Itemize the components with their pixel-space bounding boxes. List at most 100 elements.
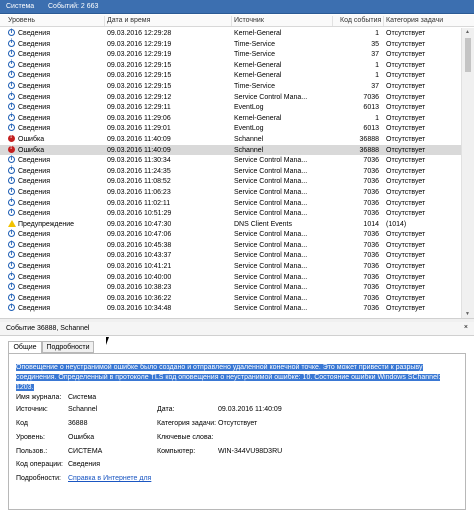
event-row[interactable]: Сведения 09.03.2016 11:29:01 EventLog 6013 О… (0, 123, 461, 134)
event-row[interactable]: Сведения 09.03.2016 12:29:28 Kernel-Genera… (0, 28, 461, 39)
event-row[interactable]: Сведения 09.03.2016 10:51:29 Service Contr… (0, 208, 461, 219)
event-message-text: Оповещение о неустранимой ошибке было со… (16, 364, 441, 391)
info-icon (8, 261, 15, 270)
event-row[interactable]: Сведения 09.03.2016 11:24:35 Service Contr… (0, 165, 461, 177)
event-code-value: 36888 (68, 420, 88, 427)
event-category: Отсутствует (386, 82, 426, 90)
event-row[interactable]: Сведения 09.03.2016 10:34:48 Service Contr… (0, 303, 461, 314)
event-code: 7036 (363, 263, 379, 271)
event-datetime: 09.03.2016 11:29:01 (107, 125, 171, 133)
event-category: Отсутствует (386, 252, 426, 260)
event-code: 7036 (363, 252, 379, 260)
event-datetime: 09.03.2016 10:38:23 (107, 284, 172, 292)
column-header-datetime[interactable]: Дата и время (107, 17, 150, 24)
event-source: Service Control Mana... (234, 231, 308, 239)
event-row[interactable]: Сведения 09.03.2016 11:06:23 Service Contr… (0, 187, 461, 198)
mouse-cursor-icon (106, 337, 112, 345)
event-datetime: 09.03.2016 11:29:06 (107, 114, 171, 122)
opcode-label: Код операции: (16, 461, 63, 468)
column-header-level[interactable]: Уровень (8, 17, 35, 24)
column-header-category[interactable]: Категория задачи (386, 17, 443, 24)
event-code: 7036 (363, 241, 379, 249)
event-code: 1 (375, 114, 379, 122)
event-category: Отсутствует (386, 40, 426, 48)
event-row[interactable]: Сведения 09.03.2016 11:29:06 Kernel-Genera… (0, 112, 461, 124)
event-level: Сведения (18, 93, 50, 101)
scroll-up-arrow-icon[interactable]: ▲ (465, 29, 470, 35)
scrollbar-thumb[interactable] (465, 38, 471, 72)
log-title: Система (6, 3, 35, 10)
column-divider[interactable] (383, 16, 384, 26)
event-source: Kernel-General (234, 114, 282, 122)
scroll-down-arrow-icon[interactable]: ▼ (465, 311, 470, 317)
events-scrollbar[interactable]: ▲ ▼ (461, 28, 474, 318)
info-icon (8, 112, 15, 121)
info-icon (8, 282, 15, 291)
event-row[interactable]: Сведения 09.03.2016 12:29:15 Time-Service 3… (0, 81, 461, 92)
event-row[interactable]: Сведения 09.03.2016 10:43:37 Service Contr… (0, 250, 461, 261)
event-row[interactable]: Предупреждение 09.03.2016 10:47:30 DNS Cli… (0, 219, 461, 230)
event-row[interactable]: Сведения 09.03.2016 11:30:34 Service Contr… (0, 155, 461, 166)
event-row[interactable]: Сведения 09.03.2016 10:47:06 Service Contr… (0, 229, 461, 240)
computer-label: Компьютер: (157, 448, 196, 455)
event-row[interactable]: Сведения 09.03.2016 10:38:23 Service Contr… (0, 282, 461, 293)
event-row[interactable]: Сведения 09.03.2016 10:45:38 Service Contr… (0, 240, 461, 251)
event-datetime: 09.03.2016 10:41:21 (107, 263, 172, 271)
event-row[interactable]: Сведения 09.03.2016 10:40:00 Service Contr… (0, 271, 461, 283)
event-row[interactable]: Сведения 09.03.2016 12:29:19 Time-Service 3… (0, 38, 461, 50)
error-icon (8, 133, 15, 142)
event-level: Сведения (18, 114, 50, 122)
event-category: (1014) (386, 220, 407, 228)
event-source: Kernel-General (234, 72, 282, 80)
event-message[interactable]: Оповещение о неустранимой ошибке было со… (16, 363, 446, 393)
event-row[interactable]: Сведения 09.03.2016 10:36:22 Service Contr… (0, 293, 461, 304)
event-row[interactable]: Сведения 09.03.2016 11:02:11 Service Contr… (0, 197, 461, 209)
event-row[interactable]: Сведения 09.03.2016 12:29:12 Service Contr… (0, 91, 461, 103)
event-source: EventLog (234, 104, 264, 112)
event-code: 6013 (363, 104, 379, 112)
info-icon (8, 229, 15, 238)
online-help-link[interactable]: Справка в Интернете для (68, 475, 151, 482)
log-name-value: Система (68, 394, 97, 401)
event-row[interactable]: Сведения 09.03.2016 12:29:15 Kernel-Genera… (0, 59, 461, 71)
event-category: Отсутствует (386, 284, 426, 292)
event-datetime: 09.03.2016 10:45:38 (107, 241, 172, 249)
event-code: 7036 (363, 199, 379, 207)
tab-details[interactable]: Подробности (42, 341, 94, 353)
info-icon (8, 28, 15, 37)
event-row[interactable]: Ошибка 09.03.2016 11:40:09 Schannel 36888 От… (0, 144, 461, 156)
info-icon (8, 240, 15, 249)
column-header-source[interactable]: Источник (234, 17, 264, 24)
event-code: 7036 (363, 273, 379, 281)
event-code: 7036 (363, 178, 379, 186)
event-row[interactable]: Сведения 09.03.2016 10:41:21 Service Contr… (0, 261, 461, 272)
event-category: Отсутствует (386, 157, 426, 165)
event-source: Service Control Mana... (234, 188, 308, 196)
event-row[interactable]: Ошибка 09.03.2016 11:40:09 Schannel 36888 От… (0, 133, 461, 145)
column-divider[interactable] (231, 16, 232, 26)
event-code: 7036 (363, 167, 379, 175)
tab-general-label: Общие (13, 344, 37, 351)
column-divider[interactable] (332, 16, 333, 26)
event-level: Сведения (18, 252, 50, 260)
event-detail-header: Событие 36888, Schannel × (0, 322, 474, 336)
warning-icon (8, 219, 16, 227)
event-code: 7036 (363, 188, 379, 196)
event-level: Сведения (18, 30, 50, 37)
column-header-code[interactable]: Код события (340, 17, 381, 24)
column-divider[interactable] (104, 16, 105, 26)
event-category: Отсутствует (386, 30, 426, 37)
event-category: Отсутствует (386, 51, 426, 59)
event-category: Отсутствует (386, 210, 426, 218)
close-icon[interactable]: × (464, 324, 468, 331)
logged-value: 09.03.2016 11:40:09 (218, 406, 282, 413)
event-row[interactable]: Сведения 09.03.2016 12:29:11 EventLog 6013 О… (0, 102, 461, 113)
event-code: 36888 (359, 135, 379, 143)
event-row[interactable]: Сведения 09.03.2016 12:29:19 Time-Service 3… (0, 49, 461, 60)
event-row[interactable]: Сведения 09.03.2016 11:08:52 Service Contr… (0, 176, 461, 187)
event-level: Сведения (18, 72, 50, 80)
error-icon (8, 144, 15, 153)
event-row[interactable]: Сведения 09.03.2016 12:29:15 Kernel-Genera… (0, 70, 461, 81)
event-category: Отсутствует (386, 167, 426, 175)
event-category: Отсутствует (386, 114, 426, 122)
